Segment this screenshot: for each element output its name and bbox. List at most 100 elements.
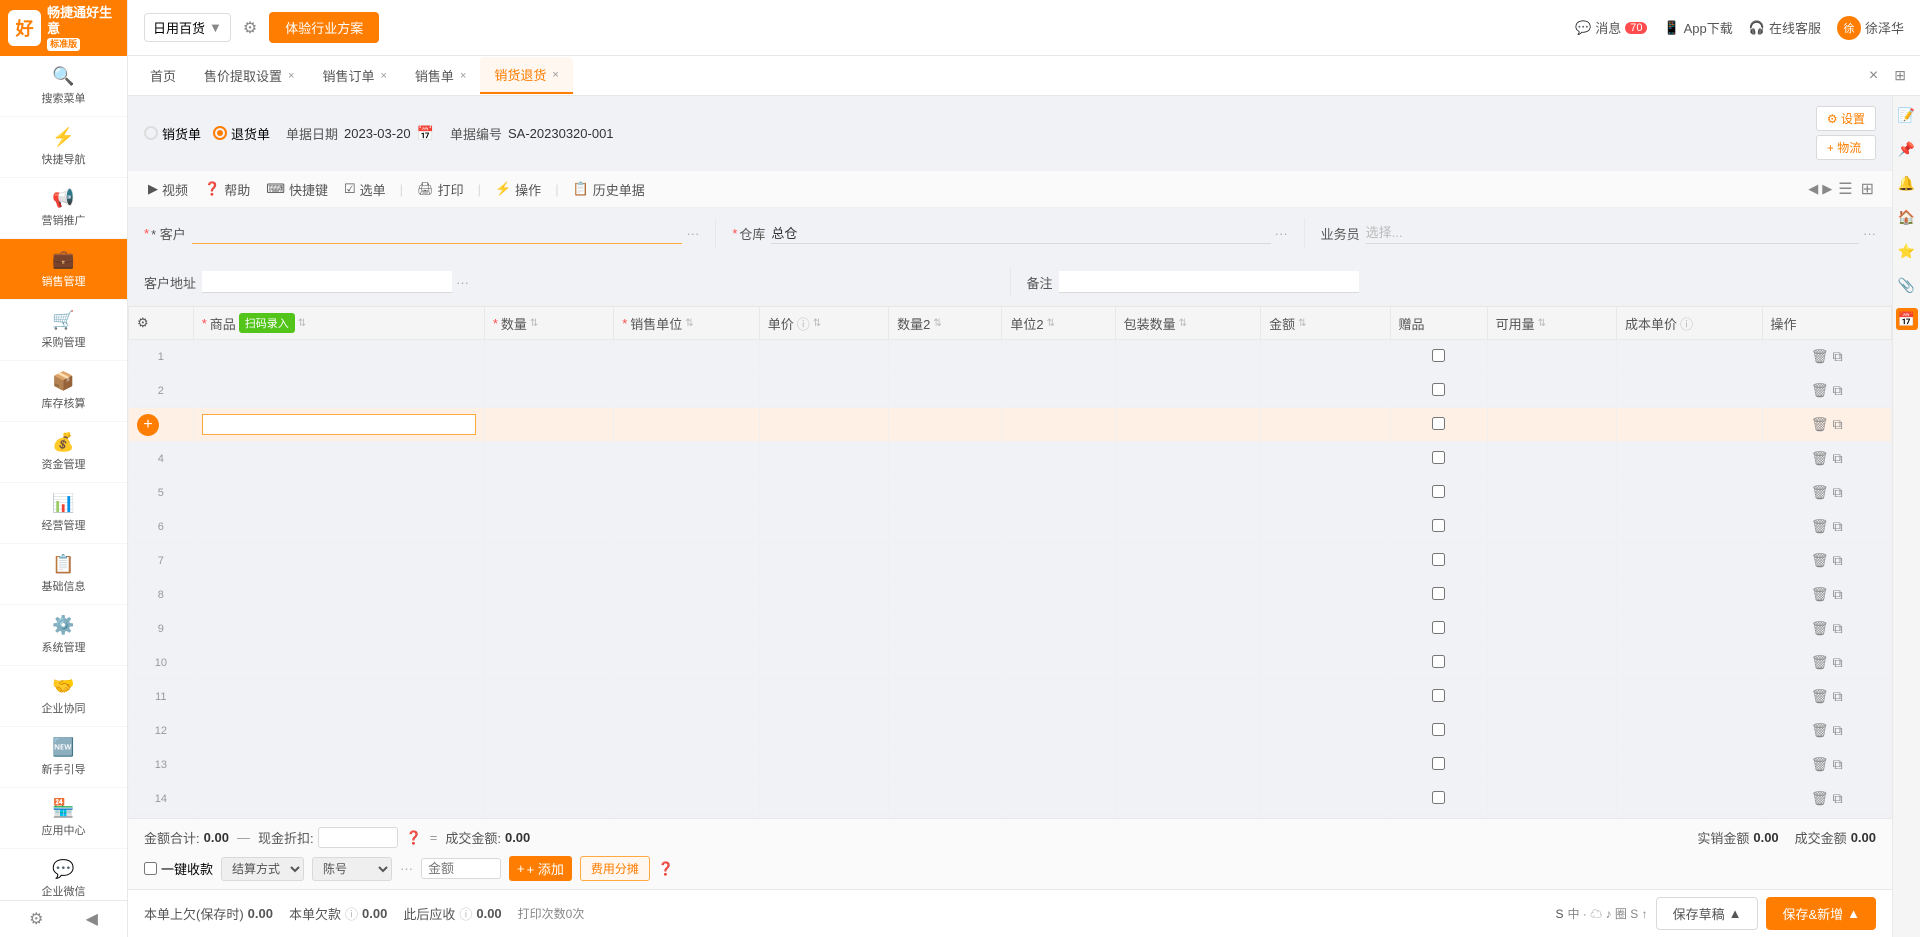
- warehouse-dots[interactable]: ···: [1275, 226, 1288, 241]
- price-sort-icon[interactable]: ⇅: [813, 318, 821, 329]
- gift-checkbox[interactable]: [1432, 723, 1445, 736]
- panel-icon-5[interactable]: ⭐: [1896, 240, 1918, 262]
- sidebar-item-purchase[interactable]: 🛒 采购管理: [0, 300, 127, 361]
- delete-row-btn[interactable]: 🗑: [1811, 450, 1829, 467]
- tab-sale-order[interactable]: 销售订单 ×: [308, 58, 400, 93]
- delete-row-btn[interactable]: 🗑: [1811, 688, 1829, 705]
- settings-icon[interactable]: ⚙: [243, 18, 257, 38]
- tab-close-sale-price[interactable]: ×: [288, 70, 294, 82]
- tab-close-sale-order[interactable]: ×: [380, 70, 386, 82]
- sidebar-item-wechat[interactable]: 💬 企业微信: [0, 849, 127, 900]
- experience-btn[interactable]: 体验行业方案: [269, 12, 379, 43]
- panel-icon-3[interactable]: 🔔: [1896, 172, 1918, 194]
- gift-checkbox[interactable]: [1432, 519, 1445, 532]
- tab-close-sale-goods[interactable]: ×: [460, 70, 466, 82]
- copy-row-btn[interactable]: ⧉: [1833, 518, 1843, 535]
- copy-row-btn[interactable]: ⧉: [1833, 586, 1843, 603]
- sidebar-item-sales[interactable]: 💼 销售管理: [0, 239, 127, 300]
- next-icon[interactable]: ▶: [1822, 181, 1832, 197]
- unit-sort-icon[interactable]: ⇅: [685, 318, 693, 329]
- toolbar-video[interactable]: ▶ 视频: [144, 178, 192, 201]
- gift-checkbox[interactable]: [1432, 417, 1445, 430]
- account-select[interactable]: 陈号: [312, 857, 392, 881]
- address-dots[interactable]: ···: [456, 275, 469, 290]
- avail-sort-icon[interactable]: ⇅: [1538, 318, 1546, 329]
- copy-row-btn[interactable]: ⧉: [1833, 450, 1843, 467]
- toolbar-help[interactable]: ❓ 帮助: [200, 178, 254, 201]
- calendar-icon[interactable]: 📅: [417, 125, 434, 142]
- industry-select[interactable]: 日用百货 ▼: [144, 13, 231, 42]
- panel-icon-2[interactable]: 📌: [1896, 138, 1918, 160]
- sidebar-item-search[interactable]: 🔍 搜索菜单: [0, 56, 127, 117]
- radio-return[interactable]: 退货单: [213, 124, 270, 143]
- warehouse-input[interactable]: [771, 222, 1270, 244]
- add-row-btn[interactable]: +: [137, 414, 159, 436]
- tab-sale-goods[interactable]: 销售单 ×: [401, 58, 480, 93]
- gift-checkbox[interactable]: [1432, 587, 1445, 600]
- payment-amount-input[interactable]: [421, 858, 501, 879]
- tab-home[interactable]: 首页: [136, 58, 190, 93]
- toolbar-select[interactable]: ☑ 选单: [340, 178, 390, 201]
- copy-row-btn[interactable]: ⧉: [1833, 348, 1843, 365]
- sidebar-collapse-icon[interactable]: ◀: [86, 909, 98, 929]
- account-dots[interactable]: ···: [400, 861, 413, 876]
- delete-row-btn[interactable]: 🗑: [1811, 620, 1829, 637]
- amount-sort-icon[interactable]: ⇅: [1298, 318, 1306, 329]
- toolbar-shortcut[interactable]: ⌨ 快捷键: [262, 178, 332, 201]
- copy-row-btn[interactable]: ⧉: [1833, 382, 1843, 399]
- sidebar-item-marketing[interactable]: 📢 营销推广: [0, 178, 127, 239]
- save-new-btn[interactable]: 保存&新增 ▲: [1766, 897, 1876, 930]
- copy-row-btn[interactable]: ⧉: [1833, 688, 1843, 705]
- copy-row-btn[interactable]: ⧉: [1833, 484, 1843, 501]
- delete-row-btn[interactable]: 🗑: [1811, 518, 1829, 535]
- product-sort-icon[interactable]: ⇅: [298, 318, 306, 329]
- customer-service-item[interactable]: 🎧 在线客服: [1749, 18, 1821, 37]
- delete-row-btn[interactable]: 🗑: [1811, 654, 1829, 671]
- sidebar-settings-icon[interactable]: ⚙: [29, 909, 43, 929]
- add-payment-btn[interactable]: + + 添加: [509, 856, 572, 881]
- settings-btn[interactable]: ⚙ 设置: [1816, 106, 1876, 131]
- copy-row-btn[interactable]: ⧉: [1833, 756, 1843, 773]
- gift-checkbox[interactable]: [1432, 349, 1445, 362]
- panel-icon-1[interactable]: 📝: [1896, 104, 1918, 126]
- radio-sale[interactable]: 销货单: [144, 124, 201, 143]
- pack-sort-icon[interactable]: ⇅: [1179, 318, 1187, 329]
- panel-icon-6[interactable]: 📎: [1896, 274, 1918, 296]
- cash-discount-input[interactable]: [318, 827, 398, 848]
- qty2-sort-icon[interactable]: ⇅: [933, 318, 941, 329]
- delete-row-btn[interactable]: 🗑: [1811, 382, 1829, 399]
- tab-sale-price[interactable]: 售价提取设置 ×: [190, 58, 308, 93]
- copy-row-btn[interactable]: ⧉: [1833, 416, 1843, 433]
- delete-row-btn[interactable]: 🗑: [1811, 416, 1829, 433]
- sidebar-item-appstore[interactable]: 🏪 应用中心: [0, 788, 127, 849]
- toolbar-print[interactable]: 🖨 打印: [413, 178, 468, 201]
- logistics-btn[interactable]: + 物流: [1816, 135, 1876, 160]
- scan-input-btn[interactable]: 扫码录入: [239, 313, 295, 333]
- gift-checkbox[interactable]: [1432, 689, 1445, 702]
- sidebar-item-system[interactable]: ⚙️ 系统管理: [0, 605, 127, 666]
- staff-input[interactable]: [1366, 222, 1859, 244]
- copy-row-btn[interactable]: ⧉: [1833, 552, 1843, 569]
- copy-row-btn[interactable]: ⧉: [1833, 654, 1843, 671]
- app-download-item[interactable]: 📱 App下载: [1663, 18, 1732, 37]
- gift-checkbox[interactable]: [1432, 485, 1445, 498]
- message-item[interactable]: 💬 消息 70: [1575, 18, 1647, 37]
- gift-checkbox[interactable]: [1432, 553, 1445, 566]
- gift-checkbox[interactable]: [1432, 621, 1445, 634]
- delete-row-btn[interactable]: 🗑: [1811, 552, 1829, 569]
- panel-icon-4[interactable]: 🏠: [1896, 206, 1918, 228]
- save-draft-btn[interactable]: 保存草稿 ▲: [1656, 897, 1759, 930]
- staff-dots[interactable]: ···: [1863, 226, 1876, 241]
- one-click-payment[interactable]: 一键收款: [144, 859, 213, 878]
- gift-checkbox[interactable]: [1432, 451, 1445, 464]
- delete-row-btn[interactable]: 🗑: [1811, 756, 1829, 773]
- fee-split-btn[interactable]: 费用分摊: [580, 856, 650, 881]
- unit2-sort-icon[interactable]: ⇅: [1047, 318, 1055, 329]
- delete-row-btn[interactable]: 🗑: [1811, 790, 1829, 807]
- sidebar-item-finance[interactable]: 💰 资金管理: [0, 422, 127, 483]
- address-input[interactable]: [202, 271, 452, 293]
- panel-icon-7[interactable]: 📅: [1896, 308, 1918, 330]
- copy-row-btn[interactable]: ⧉: [1833, 790, 1843, 807]
- sidebar-item-inventory[interactable]: 📦 库存核算: [0, 361, 127, 422]
- sidebar-item-enterprise[interactable]: 🤝 企业协同: [0, 666, 127, 727]
